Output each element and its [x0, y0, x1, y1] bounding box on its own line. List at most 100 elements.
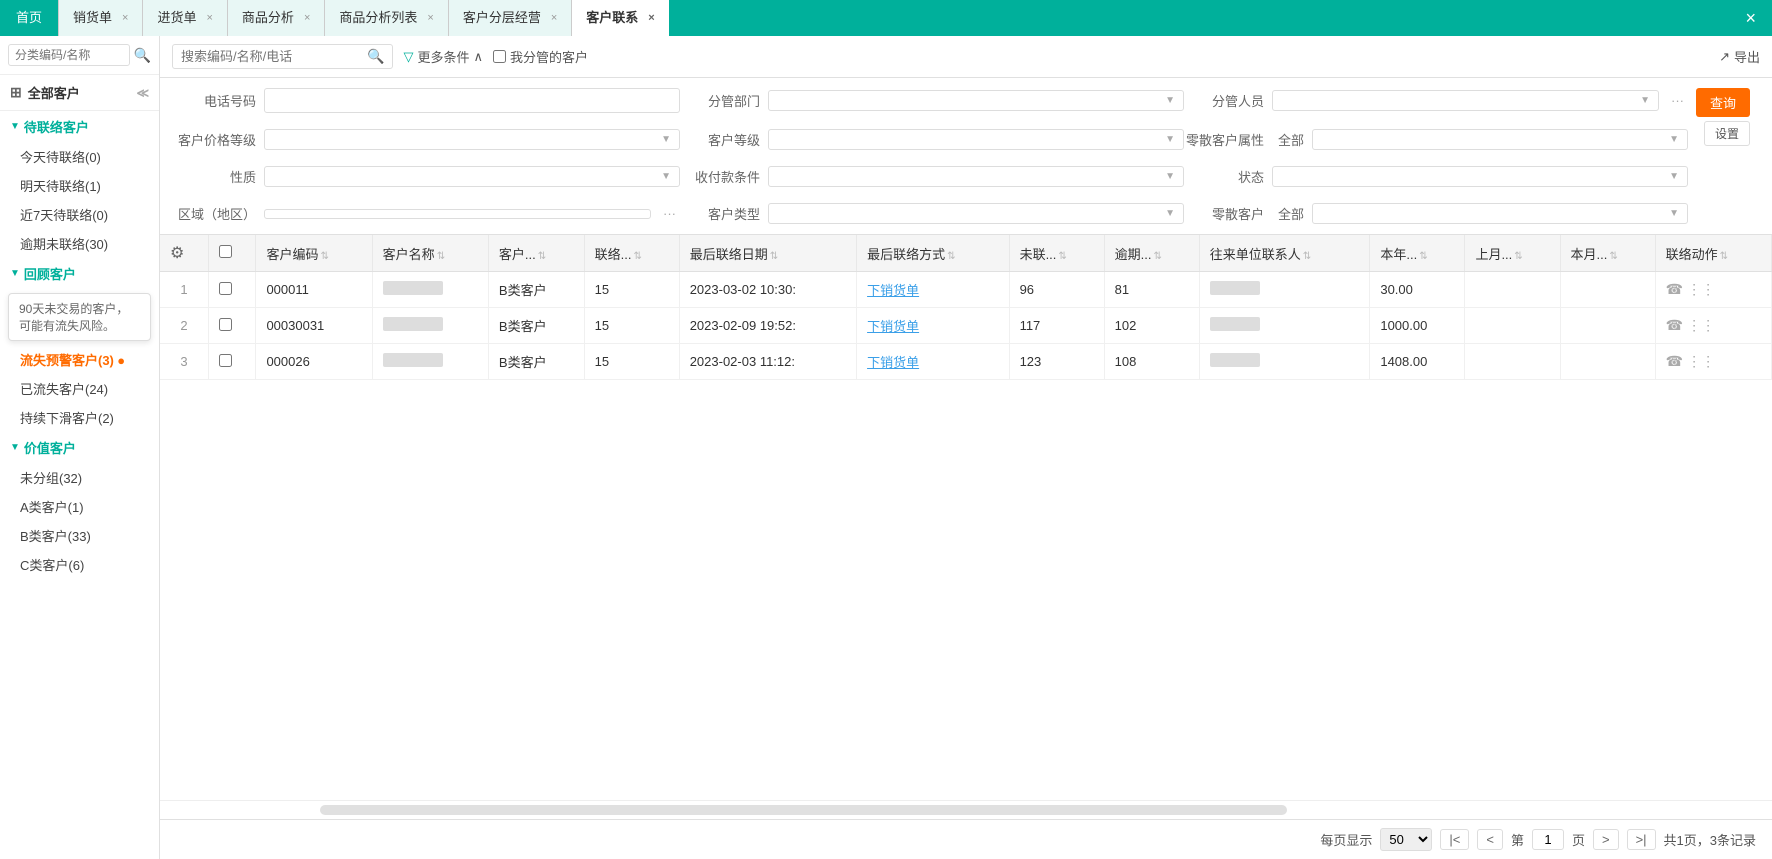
row-action-0[interactable]: ☎⋮⋮: [1655, 272, 1771, 308]
sort-icon-5[interactable]: ⇅: [633, 251, 641, 262]
sidebar-item-2-3[interactable]: C类客户(6): [0, 550, 159, 579]
col-7[interactable]: 最后联络方式⇅: [857, 235, 1009, 272]
action-phone-0[interactable]: ☎: [1666, 281, 1683, 297]
col-4[interactable]: 客户...⇅: [488, 235, 584, 272]
more-filters-btn[interactable]: ▽ 更多条件 ∧: [403, 47, 483, 66]
sort-icon-3[interactable]: ⇅: [437, 251, 445, 262]
tab-close-5[interactable]: ×: [648, 0, 654, 36]
row-method-1[interactable]: 下销货单: [857, 308, 1009, 344]
sort-icon-9[interactable]: ⇅: [1154, 251, 1162, 262]
filter-price-level-select[interactable]: ▼: [264, 129, 680, 150]
sidebar-item-0-3[interactable]: 逾期未联络(30): [0, 229, 159, 258]
row-checkbox-2[interactable]: [219, 354, 232, 367]
filter-person-select[interactable]: ▼: [1272, 90, 1659, 111]
prev-page-btn[interactable]: <: [1477, 829, 1503, 850]
filter-nature-select[interactable]: ▼: [264, 166, 680, 187]
sort-icon-10[interactable]: ⇅: [1303, 251, 1311, 262]
col-3[interactable]: 客户名称⇅: [372, 235, 488, 272]
sidebar-item-2-1[interactable]: A类客户(1): [0, 492, 159, 521]
sidebar-item-1-1[interactable]: 已流失客户(24): [0, 374, 159, 403]
filter-dept-select[interactable]: ▼: [768, 90, 1184, 111]
sidebar-item-2-2[interactable]: B类客户(33): [0, 521, 159, 550]
filter-phone-input[interactable]: [264, 88, 680, 113]
sort-icon-8[interactable]: ⇅: [1058, 251, 1066, 262]
sidebar-search-icon[interactable]: 🔍: [134, 47, 151, 64]
horizontal-scrollbar[interactable]: [320, 805, 1287, 815]
tab-0[interactable]: 销货单×: [58, 0, 142, 36]
sort-icon-11[interactable]: ⇅: [1419, 251, 1427, 262]
sidebar-all-customers[interactable]: ⊞ 全部客户 ≪: [0, 75, 159, 111]
sidebar-item-2-0[interactable]: 未分组(32): [0, 463, 159, 492]
sidebar-search-input[interactable]: [8, 44, 130, 66]
home-tab[interactable]: 首页: [0, 0, 58, 36]
page-size-select[interactable]: 50 100: [1380, 828, 1432, 851]
page-number-input[interactable]: [1532, 829, 1564, 850]
filter-payment-select[interactable]: ▼: [768, 166, 1184, 187]
filter-person-dots[interactable]: ···: [1667, 93, 1688, 108]
sidebar-item-1-2[interactable]: 持续下滑客户(2): [0, 403, 159, 432]
collapse-icon[interactable]: ≪: [136, 86, 149, 100]
gear-icon[interactable]: ⚙: [170, 245, 184, 262]
sort-icon-4[interactable]: ⇅: [538, 251, 546, 262]
sidebar-group-0[interactable]: ▼待联络客户: [0, 111, 159, 142]
action-more-1[interactable]: ⋮⋮: [1687, 317, 1715, 333]
tab-close-2[interactable]: ×: [304, 0, 310, 36]
window-close-btn[interactable]: ×: [1729, 8, 1772, 29]
col-12[interactable]: 上月...⇅: [1465, 235, 1560, 272]
col-11[interactable]: 本年...⇅: [1370, 235, 1465, 272]
sort-icon-7[interactable]: ⇅: [947, 251, 955, 262]
tab-close-0[interactable]: ×: [122, 0, 128, 36]
settings-button[interactable]: 设置: [1704, 121, 1750, 146]
filter-customer-level-select[interactable]: ▼: [768, 129, 1184, 150]
sort-icon-2[interactable]: ⇅: [320, 251, 328, 262]
row-check-0[interactable]: [209, 272, 256, 308]
col-14[interactable]: 联络动作⇅: [1655, 235, 1771, 272]
query-button[interactable]: 查询: [1696, 88, 1750, 117]
scrollbar-area[interactable]: [160, 800, 1772, 819]
col-2[interactable]: 客户编码⇅: [256, 235, 372, 272]
action-phone-2[interactable]: ☎: [1666, 353, 1683, 369]
filter-region-select[interactable]: [264, 209, 651, 219]
tab-close-4[interactable]: ×: [551, 0, 557, 36]
tab-4[interactable]: 客户分层经营×: [448, 0, 571, 36]
row-checkbox-0[interactable]: [219, 282, 232, 295]
tab-close-1[interactable]: ×: [206, 0, 212, 36]
last-page-btn[interactable]: >|: [1627, 829, 1656, 850]
my-customer-check[interactable]: [493, 50, 506, 63]
col-8[interactable]: 未联...⇅: [1009, 235, 1104, 272]
tab-5[interactable]: 客户联系×: [571, 0, 668, 36]
sidebar-item-0-0[interactable]: 今天待联络(0): [0, 142, 159, 171]
tab-close-3[interactable]: ×: [427, 0, 433, 36]
sidebar-item-0-2[interactable]: 近7天待联络(0): [0, 200, 159, 229]
main-search-icon[interactable]: 🔍: [367, 48, 384, 65]
action-phone-1[interactable]: ☎: [1666, 317, 1683, 333]
action-more-0[interactable]: ⋮⋮: [1687, 281, 1715, 297]
row-check-1[interactable]: [209, 308, 256, 344]
row-method-2[interactable]: 下销货单: [857, 344, 1009, 380]
sidebar-group-2[interactable]: ▼价值客户: [0, 432, 159, 463]
tab-1[interactable]: 进货单×: [142, 0, 226, 36]
export-btn[interactable]: ↗ 导出: [1719, 47, 1760, 66]
select-all-checkbox[interactable]: [219, 245, 232, 258]
filter-retail-customer-select[interactable]: ▼: [1312, 203, 1688, 224]
row-action-1[interactable]: ☎⋮⋮: [1655, 308, 1771, 344]
row-method-0[interactable]: 下销货单: [857, 272, 1009, 308]
filter-region-dots[interactable]: ···: [659, 206, 680, 221]
filter-status-select[interactable]: ▼: [1272, 166, 1688, 187]
sort-icon-12[interactable]: ⇅: [1514, 251, 1522, 262]
col-10[interactable]: 往来单位联系人⇅: [1199, 235, 1370, 272]
row-action-2[interactable]: ☎⋮⋮: [1655, 344, 1771, 380]
action-more-2[interactable]: ⋮⋮: [1687, 353, 1715, 369]
sidebar-item-0-1[interactable]: 明天待联络(1): [0, 171, 159, 200]
filter-retail-attr-select[interactable]: ▼: [1312, 129, 1688, 150]
col-13[interactable]: 本月...⇅: [1560, 235, 1655, 272]
row-check-2[interactable]: [209, 344, 256, 380]
main-search-input[interactable]: [181, 49, 361, 64]
first-page-btn[interactable]: |<: [1440, 829, 1469, 850]
sidebar-item-1-0[interactable]: 流失预警客户(3) ●: [0, 345, 159, 374]
sidebar-group-1[interactable]: ▼回顾客户: [0, 258, 159, 289]
sort-icon-13[interactable]: ⇅: [1609, 251, 1617, 262]
tab-3[interactable]: 商品分析列表×: [324, 0, 447, 36]
my-customer-checkbox[interactable]: 我分管的客户: [493, 47, 588, 66]
sort-icon-6[interactable]: ⇅: [770, 251, 778, 262]
